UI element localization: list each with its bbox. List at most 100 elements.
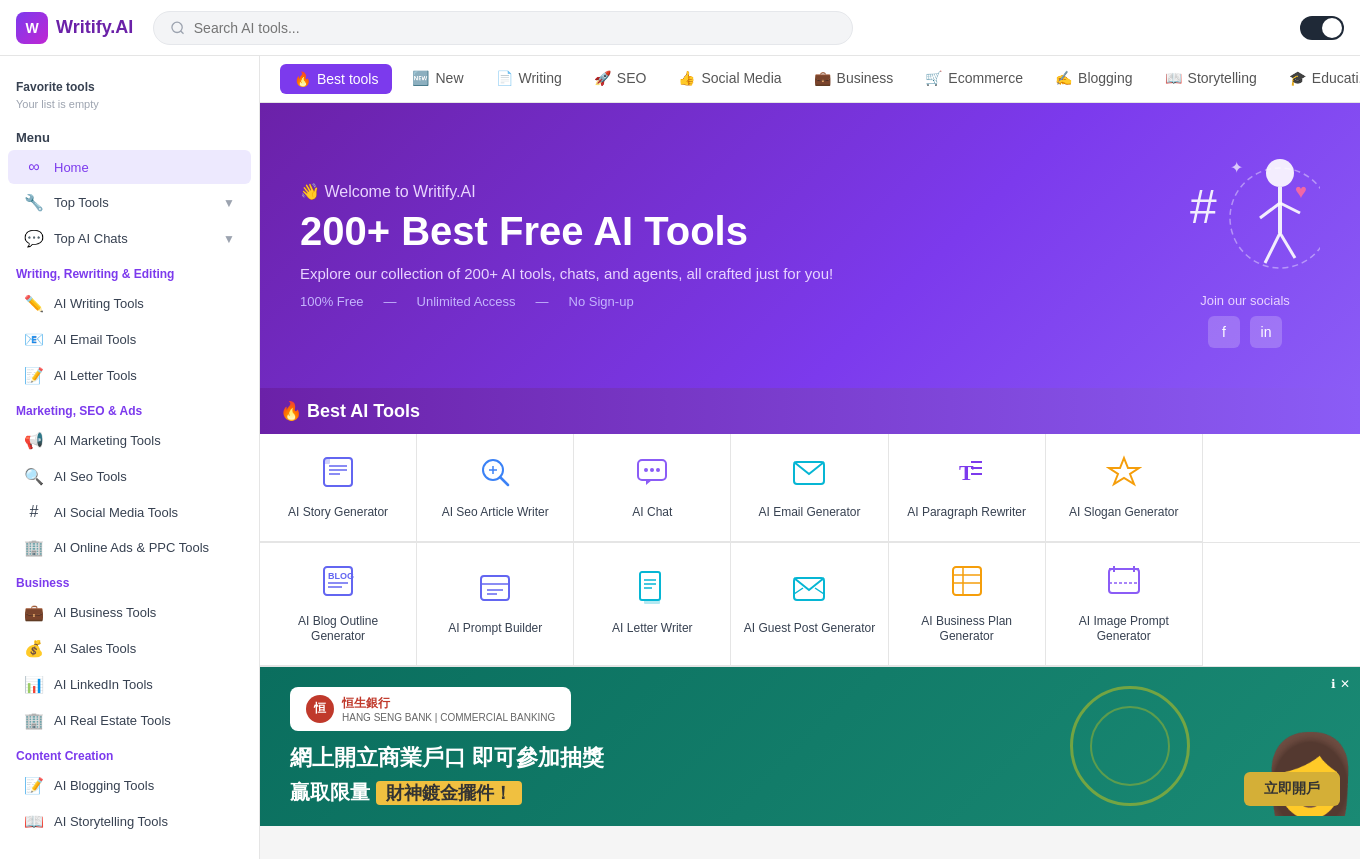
sidebar-item-ai-writing-tools[interactable]: ✏️ AI Writing Tools (8, 286, 251, 321)
tool-card-ai-paragraph[interactable]: T AI Paragraph Rewriter (889, 434, 1046, 542)
tab-social-emoji: 👍 (678, 70, 695, 86)
home-label: Home (54, 160, 235, 175)
ad-cta-button[interactable]: 立即開戶 (1244, 772, 1340, 806)
tab-social-media[interactable]: 👍 Social Media (662, 56, 797, 102)
hero-badge-unlimited: Unlimited Access (417, 294, 516, 309)
tool-card-ai-image-prompt[interactable]: AI Image Prompt Generator (1046, 543, 1203, 666)
ad-close-button[interactable]: ℹ ✕ (1331, 677, 1350, 691)
tab-ecommerce[interactable]: 🛒 Ecommerce (909, 56, 1039, 102)
writing-section-title: Writing, Rewriting & Editing (0, 257, 259, 285)
tab-best-tools-emoji: 🔥 (294, 71, 311, 87)
ai-story-icon (320, 454, 356, 497)
sidebar-item-ai-seo-tools[interactable]: 🔍 AI Seo Tools (8, 459, 251, 494)
tab-best-tools[interactable]: 🔥 Best tools (280, 64, 392, 94)
linkedin-icon[interactable]: in (1250, 316, 1282, 348)
ai-paragraph-label: AI Paragraph Rewriter (907, 505, 1026, 521)
content-section-title: Content Creation (0, 739, 259, 767)
svg-marker-30 (1109, 458, 1139, 484)
ai-marketing-tools-label: AI Marketing Tools (54, 433, 235, 448)
ai-real-estate-tools-label: AI Real Estate Tools (54, 713, 235, 728)
svg-line-8 (1280, 233, 1295, 258)
sidebar-item-ai-linkedin-tools[interactable]: 📊 AI LinkedIn Tools (8, 667, 251, 702)
ai-business-tools-label: AI Business Tools (54, 605, 235, 620)
sidebar-item-ai-online-ads-tools[interactable]: 🏢 AI Online Ads & PPC Tools (8, 530, 251, 565)
ad-info-icon: ℹ (1331, 677, 1336, 691)
svg-text:✦: ✦ (1230, 159, 1243, 176)
search-input[interactable] (194, 20, 837, 36)
social-icons: f in (1170, 316, 1320, 348)
logo-text: Writify.AI (56, 17, 133, 38)
sidebar-item-ai-blogging-tools[interactable]: 📝 AI Blogging Tools (8, 768, 251, 803)
ai-blog-outline-label: AI Blog Outline Generator (270, 614, 406, 645)
sidebar-item-home[interactable]: ∞ Home (8, 150, 251, 184)
blogging-tools-icon: 📝 (24, 776, 44, 795)
tab-seo-label: SEO (617, 70, 647, 86)
svg-point-3 (1266, 159, 1294, 187)
svg-rect-35 (481, 576, 509, 600)
sidebar-item-ai-storytelling-tools[interactable]: 📖 AI Storytelling Tools (8, 804, 251, 839)
svg-point-22 (644, 468, 648, 472)
tool-card-ai-prompt-builder[interactable]: AI Prompt Builder (417, 543, 574, 666)
tool-card-ai-story[interactable]: AI Story Generator (260, 434, 417, 542)
ai-seo-tools-label: AI Seo Tools (54, 469, 235, 484)
svg-point-24 (656, 468, 660, 472)
tab-ecommerce-label: Ecommerce (948, 70, 1023, 86)
hero-badge-sep1: — (384, 294, 397, 309)
tool-card-ai-slogan[interactable]: AI Slogan Generator (1046, 434, 1203, 542)
svg-text:BLOG: BLOG (328, 571, 354, 581)
tab-new-emoji: 🆕 (412, 70, 429, 86)
sidebar-item-ai-real-estate-tools[interactable]: 🏢 AI Real Estate Tools (8, 703, 251, 738)
tab-writing[interactable]: 📄 Writing (480, 56, 578, 102)
tool-card-ai-guest-post[interactable]: AI Guest Post Generator (731, 543, 888, 666)
tab-blogging[interactable]: ✍️ Blogging (1039, 56, 1149, 102)
tab-business[interactable]: 💼 Business (798, 56, 910, 102)
business-tools-icon: 💼 (24, 603, 44, 622)
tool-card-ai-chat[interactable]: AI Chat (574, 434, 731, 542)
tab-new[interactable]: 🆕 New (396, 56, 479, 102)
tab-storytelling-label: Storytelling (1188, 70, 1257, 86)
dark-mode-toggle[interactable] (1300, 16, 1344, 40)
hero-section: 👋 Welcome to Writify.AI 200+ Best Free A… (260, 103, 1360, 388)
tab-storytelling[interactable]: 📖 Storytelling (1149, 56, 1273, 102)
top-tools-label: Top Tools (54, 195, 213, 210)
tool-card-ai-business-plan[interactable]: AI Business Plan Generator (889, 543, 1046, 666)
svg-text:♥: ♥ (1295, 180, 1307, 202)
facebook-icon[interactable]: f (1208, 316, 1240, 348)
ai-email-tools-label: AI Email Tools (54, 332, 235, 347)
business-section-title: Business (0, 566, 259, 594)
tab-seo-emoji: 🚀 (594, 70, 611, 86)
tab-seo[interactable]: 🚀 SEO (578, 56, 663, 102)
tab-new-label: New (435, 70, 463, 86)
real-estate-tools-icon: 🏢 (24, 711, 44, 730)
tool-card-ai-email[interactable]: AI Email Generator (731, 434, 888, 542)
ai-linkedin-tools-label: AI LinkedIn Tools (54, 677, 235, 692)
sidebar-item-ai-email-tools[interactable]: 📧 AI Email Tools (8, 322, 251, 357)
sidebar-item-ai-letter-tools[interactable]: 📝 AI Letter Tools (8, 358, 251, 393)
hero-illustration: # ♥ ✦ (1170, 143, 1320, 293)
search-icon (170, 20, 185, 36)
tab-storytelling-emoji: 📖 (1165, 70, 1182, 86)
svg-point-23 (650, 468, 654, 472)
sidebar-item-top-ai-chats[interactable]: 💬 Top AI Chats ▼ (8, 221, 251, 256)
sidebar-item-ai-social-media-tools[interactable]: # AI Social Media Tools (8, 495, 251, 529)
ai-paragraph-icon: T (949, 454, 985, 497)
ai-slogan-label: AI Slogan Generator (1069, 505, 1178, 521)
tool-card-ai-blog-outline[interactable]: BLOG AI Blog Outline Generator (260, 543, 417, 666)
marketing-tools-icon: 📢 (24, 431, 44, 450)
sidebar-item-ai-sales-tools[interactable]: 💰 AI Sales Tools (8, 631, 251, 666)
sidebar-item-ai-business-tools[interactable]: 💼 AI Business Tools (8, 595, 251, 630)
email-tools-icon: 📧 (24, 330, 44, 349)
logo-icon: W (16, 12, 48, 44)
hero-social-label: Join our socials (1170, 293, 1320, 308)
sidebar-item-ai-marketing-tools[interactable]: 📢 AI Marketing Tools (8, 423, 251, 458)
tool-card-ai-seo-article[interactable]: AI Seo Article Writer (417, 434, 574, 542)
ai-business-plan-label: AI Business Plan Generator (899, 614, 1035, 645)
tool-card-ai-letter-writer[interactable]: AI Letter Writer (574, 543, 731, 666)
top-ai-chats-label: Top AI Chats (54, 231, 213, 246)
logo[interactable]: W Writify.AI (16, 12, 133, 44)
tab-education[interactable]: 🎓 Educati... (1273, 56, 1360, 102)
ai-seo-article-label: AI Seo Article Writer (442, 505, 549, 521)
svg-text:#: # (1190, 180, 1217, 233)
svg-line-1 (181, 30, 184, 33)
sidebar-item-top-tools[interactable]: 🔧 Top Tools ▼ (8, 185, 251, 220)
